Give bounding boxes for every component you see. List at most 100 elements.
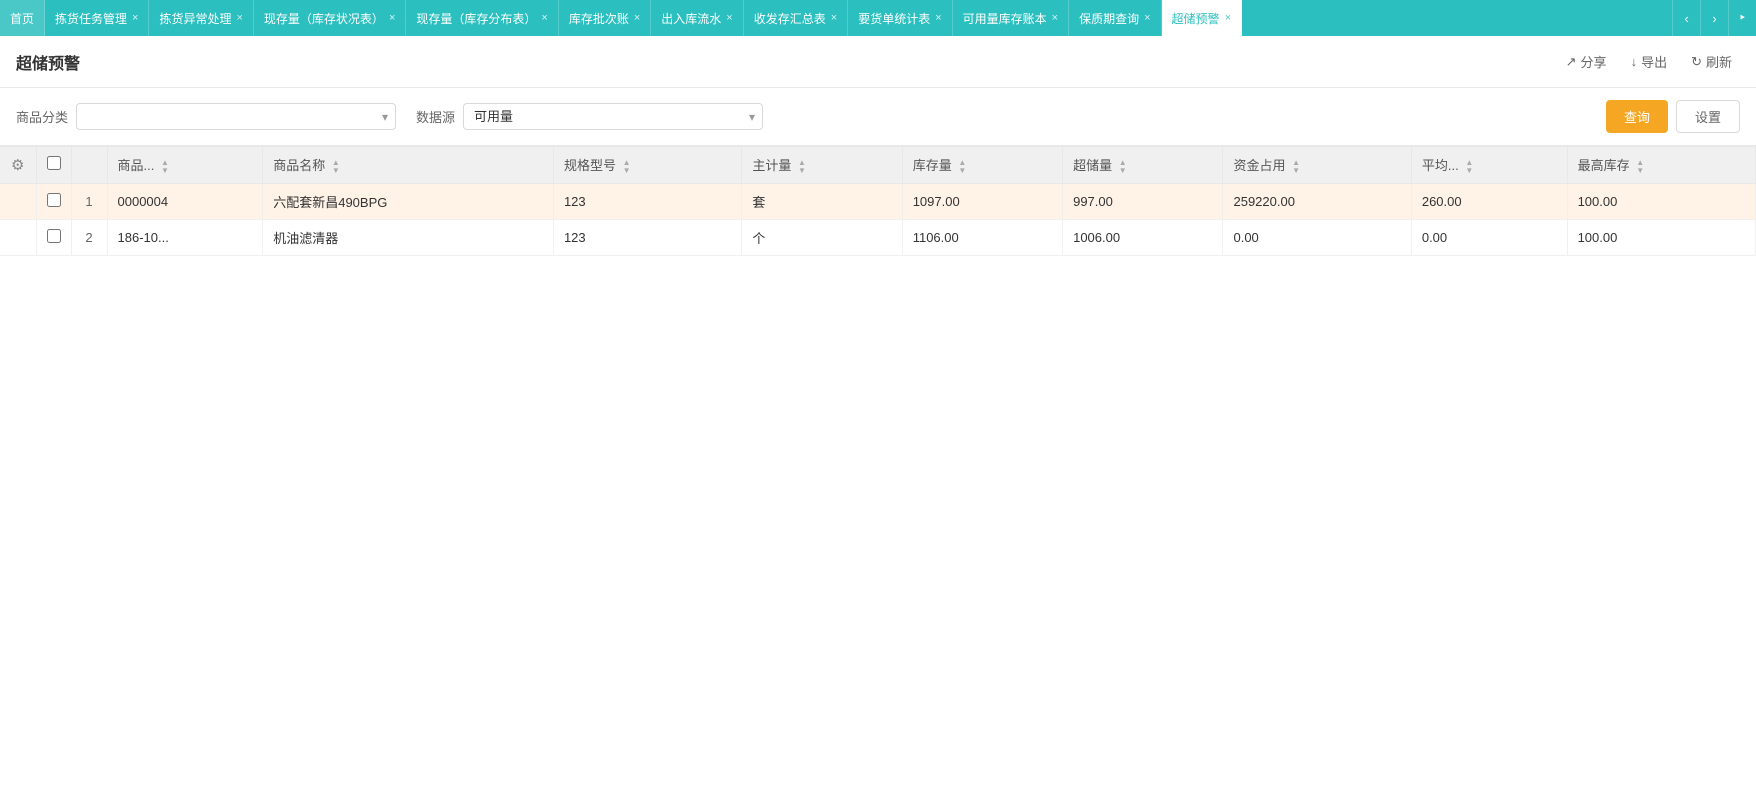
nav-shelf-life[interactable]: 保质期查询 ×	[1069, 0, 1161, 36]
row-avg: 0.00	[1411, 219, 1567, 255]
row-capital: 0.00	[1223, 219, 1411, 255]
th-product-code[interactable]: 商品... ▲▼	[107, 147, 263, 184]
row-unit: 个	[742, 219, 902, 255]
close-icon[interactable]: ×	[541, 12, 547, 24]
sort-arrows-avg: ▲▼	[1465, 159, 1473, 175]
close-icon[interactable]: ×	[831, 12, 837, 24]
page-content: 超储预警 ↗ 分享 ↓ 导出 ↻ 刷新 商品分类	[0, 36, 1756, 800]
row-spec: 123	[553, 219, 741, 255]
export-button[interactable]: ↓ 导出	[1623, 48, 1676, 75]
th-capital[interactable]: 资金占用 ▲▼	[1223, 147, 1411, 184]
sort-arrows-max-stock: ▲▼	[1636, 159, 1644, 175]
th-product-name[interactable]: 商品名称 ▲▼	[263, 147, 554, 184]
gear-icon[interactable]: ⚙	[11, 157, 24, 174]
th-avg[interactable]: 平均... ▲▼	[1411, 147, 1567, 184]
close-icon[interactable]: ×	[935, 12, 941, 24]
row-number: 1	[71, 183, 107, 219]
nav-stock-distribution[interactable]: 现存量（库存分布表） ×	[406, 0, 558, 36]
nav-arrow-group: ‹ › ‣	[1672, 0, 1756, 36]
nav-overstock-alert[interactable]: 超储预警 ×	[1162, 0, 1242, 36]
th-spec[interactable]: 规格型号 ▲▼	[553, 147, 741, 184]
filter-buttons: 查询 设置	[1606, 100, 1740, 133]
nav-available-stock[interactable]: 可用量库存账本 ×	[953, 0, 1069, 36]
sort-arrows-unit: ▲▼	[798, 159, 806, 175]
row-gear-cell	[0, 183, 36, 219]
row-max-stock: 100.00	[1567, 183, 1755, 219]
row-product-code: 186-10...	[107, 219, 263, 255]
export-icon: ↓	[1631, 54, 1638, 69]
datasource-filter: 数据源 可用量	[416, 103, 763, 130]
nav-pick-task[interactable]: 拣货任务管理 ×	[45, 0, 149, 36]
nav-prev-arrow[interactable]: ‹	[1672, 0, 1700, 36]
row-checkbox[interactable]	[47, 193, 61, 207]
table-container: ⚙ 商品... ▲▼ 商品名称 ▲▼ 规格型号	[0, 146, 1756, 256]
close-icon[interactable]: ×	[132, 12, 138, 24]
close-icon[interactable]: ×	[1225, 12, 1231, 24]
table-row: 1 0000004 六配套新昌490BPG 123 套 1097.00 997.…	[0, 183, 1756, 219]
th-num	[71, 147, 107, 184]
page-actions: ↗ 分享 ↓ 导出 ↻ 刷新	[1558, 48, 1740, 75]
category-select-wrapper	[76, 103, 396, 130]
table-row: 2 186-10... 机油滤清器 123 个 1106.00 1006.00 …	[0, 219, 1756, 255]
th-settings: ⚙	[0, 147, 36, 184]
sort-arrows-product-name: ▲▼	[332, 159, 340, 175]
table-header-row: ⚙ 商品... ▲▼ 商品名称 ▲▼ 规格型号	[0, 147, 1756, 184]
nav-summary[interactable]: 收发存汇总表 ×	[744, 0, 848, 36]
close-icon[interactable]: ×	[726, 12, 732, 24]
row-avg: 260.00	[1411, 183, 1567, 219]
close-icon[interactable]: ×	[1052, 12, 1058, 24]
th-stock[interactable]: 库存量 ▲▼	[902, 147, 1062, 184]
sort-arrows-stock: ▲▼	[958, 159, 966, 175]
row-unit: 套	[742, 183, 902, 219]
row-over-stock: 997.00	[1063, 183, 1223, 219]
refresh-icon: ↻	[1691, 54, 1702, 70]
nav-inout-flow[interactable]: 出入库流水 ×	[651, 0, 743, 36]
row-stock: 1106.00	[902, 219, 1062, 255]
close-icon[interactable]: ×	[389, 12, 395, 24]
row-checkbox-cell	[36, 183, 71, 219]
nav-requisition[interactable]: 要货单统计表 ×	[848, 0, 952, 36]
nav-batch-account[interactable]: 库存批次账 ×	[559, 0, 651, 36]
close-icon[interactable]: ×	[236, 12, 242, 24]
row-checkbox[interactable]	[47, 229, 61, 243]
datasource-select-wrapper: 可用量	[463, 103, 763, 130]
page-title: 超储预警	[16, 50, 1558, 74]
sort-arrows-spec: ▲▼	[623, 159, 631, 175]
close-icon[interactable]: ×	[634, 12, 640, 24]
share-button[interactable]: ↗ 分享	[1558, 48, 1615, 75]
sort-arrows-product-code: ▲▼	[161, 159, 169, 175]
row-max-stock: 100.00	[1567, 219, 1755, 255]
table-body: 1 0000004 六配套新昌490BPG 123 套 1097.00 997.…	[0, 183, 1756, 255]
nav-pick-exception[interactable]: 拣货异常处理 ×	[149, 0, 253, 36]
category-label: 商品分类	[16, 107, 68, 126]
query-button[interactable]: 查询	[1606, 100, 1668, 133]
nav-home[interactable]: 首页	[0, 0, 45, 36]
close-icon[interactable]: ×	[1144, 12, 1150, 24]
nav-stock-status[interactable]: 现存量（库存状况表） ×	[254, 0, 406, 36]
filter-row: 商品分类 数据源 可用量 查询 设置	[0, 88, 1756, 146]
category-select[interactable]	[76, 103, 396, 130]
overstock-table: ⚙ 商品... ▲▼ 商品名称 ▲▼ 规格型号	[0, 146, 1756, 256]
datasource-label: 数据源	[416, 107, 455, 126]
share-icon: ↗	[1566, 54, 1577, 70]
row-product-name: 六配套新昌490BPG	[263, 183, 554, 219]
select-all-checkbox[interactable]	[47, 156, 61, 170]
th-checkbox	[36, 147, 71, 184]
th-max-stock[interactable]: 最高库存 ▲▼	[1567, 147, 1755, 184]
nav-next-arrow[interactable]: ›	[1700, 0, 1728, 36]
page-header: 超储预警 ↗ 分享 ↓ 导出 ↻ 刷新	[0, 36, 1756, 88]
row-product-name: 机油滤清器	[263, 219, 554, 255]
th-over-stock[interactable]: 超储量 ▲▼	[1063, 147, 1223, 184]
datasource-select[interactable]: 可用量	[463, 103, 763, 130]
category-filter: 商品分类	[16, 103, 396, 130]
row-checkbox-cell	[36, 219, 71, 255]
th-unit[interactable]: 主计量 ▲▼	[742, 147, 902, 184]
nav-more-arrow[interactable]: ‣	[1728, 0, 1756, 36]
settings-button[interactable]: 设置	[1676, 100, 1740, 133]
sort-arrows-over-stock: ▲▼	[1119, 159, 1127, 175]
row-stock: 1097.00	[902, 183, 1062, 219]
row-number: 2	[71, 219, 107, 255]
row-capital: 259220.00	[1223, 183, 1411, 219]
refresh-button[interactable]: ↻ 刷新	[1683, 48, 1740, 75]
row-gear-cell	[0, 219, 36, 255]
